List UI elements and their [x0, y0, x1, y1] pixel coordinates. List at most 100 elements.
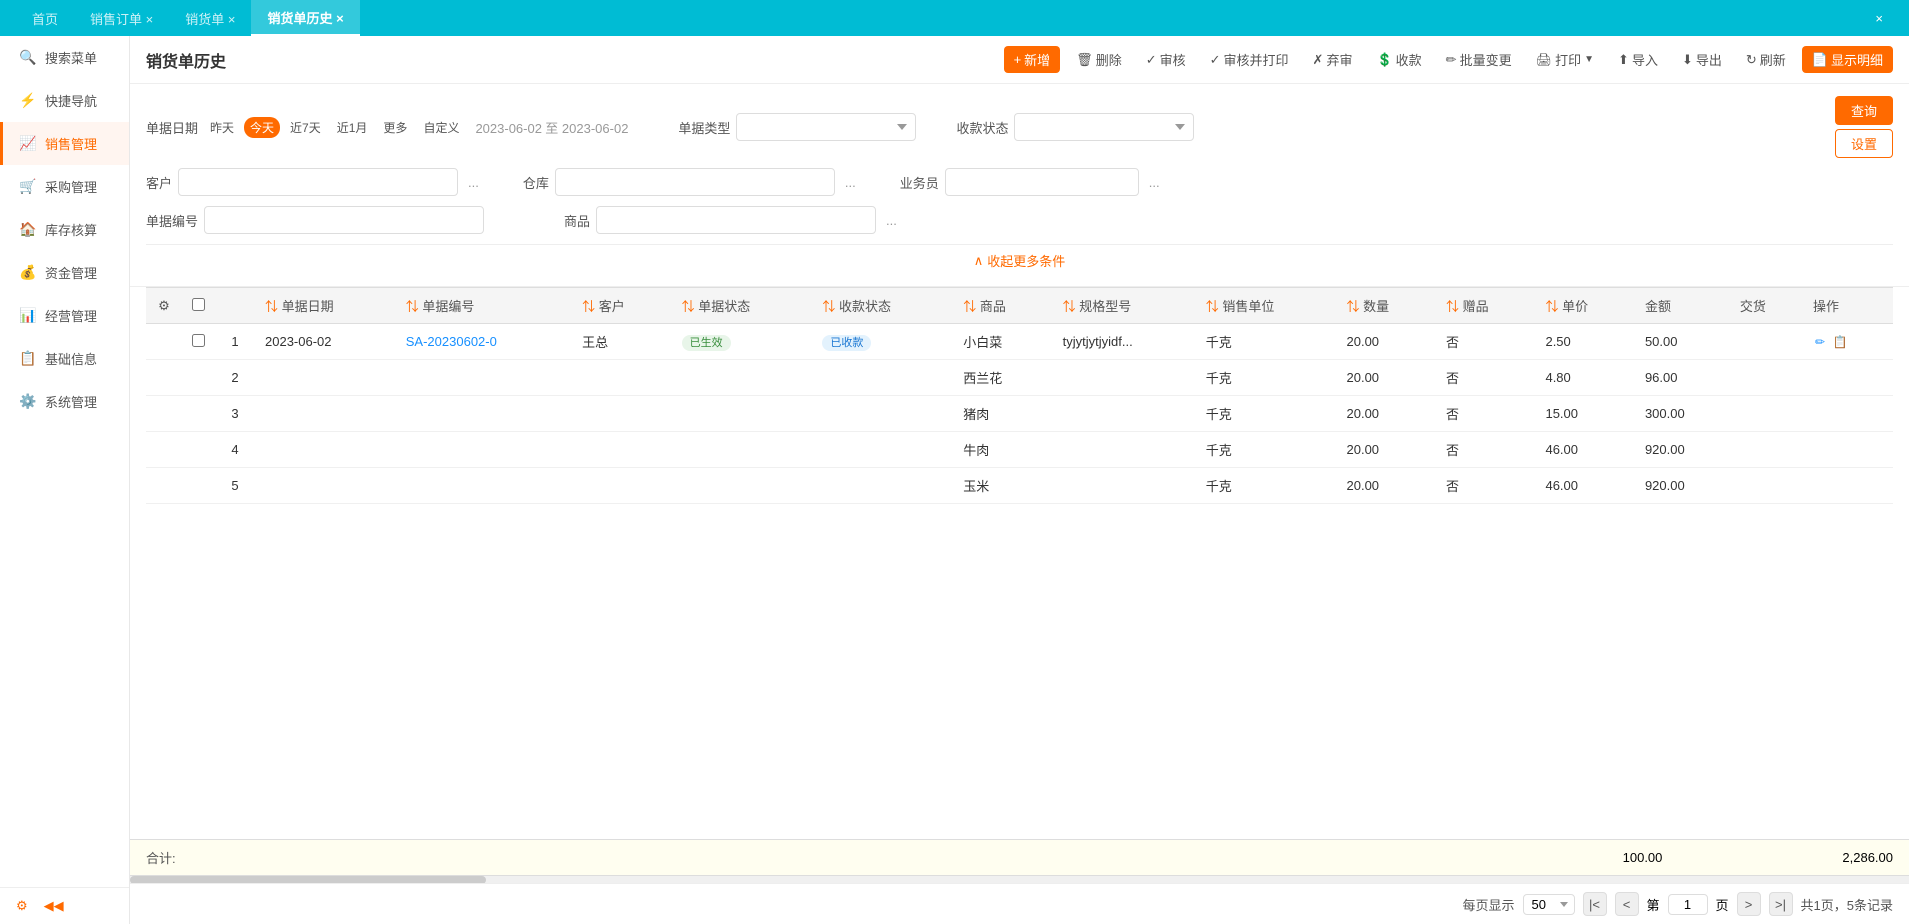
- sidebar-item-finance[interactable]: 💰 资金管理: [0, 251, 129, 294]
- spec-cell: [1053, 468, 1196, 504]
- sales-unit-cell: 千克: [1196, 468, 1337, 504]
- checkbox-cell[interactable]: [182, 432, 215, 468]
- edit-action-btn[interactable]: ✏: [1813, 335, 1827, 349]
- tab-sales-history[interactable]: 销货单历史 ×: [251, 0, 359, 36]
- finance-icon: 💰: [19, 264, 37, 282]
- warehouse-input[interactable]: [555, 168, 835, 196]
- spec-cell: tyjytjytjyidf...: [1053, 324, 1196, 360]
- shortcut-more[interactable]: 更多: [377, 117, 413, 138]
- sidebar-item-system[interactable]: ⚙️ 系统管理: [0, 380, 129, 423]
- refresh-icon: ↻: [1746, 52, 1757, 68]
- doc-status-col-header[interactable]: ⇅ 单据状态: [672, 288, 813, 324]
- qty-cell: 20.00: [1337, 360, 1436, 396]
- doc-no-cell[interactable]: SA-20230602-0: [396, 324, 572, 360]
- row-checkbox[interactable]: [192, 334, 205, 347]
- audit-button[interactable]: ✓ 审核: [1138, 46, 1194, 73]
- collect-status-select[interactable]: [1014, 113, 1194, 141]
- salesperson-dots-btn[interactable]: ...: [1145, 175, 1164, 190]
- filter-row-3: 单据编号 商品 ...: [146, 206, 1893, 234]
- doc-date-col-header[interactable]: ⇅ 单据日期: [255, 288, 396, 324]
- salesperson-input[interactable]: [945, 168, 1139, 196]
- checkbox-col-header[interactable]: [182, 288, 215, 324]
- settings-col-header[interactable]: ⚙: [146, 288, 182, 324]
- last-page-btn[interactable]: >|: [1769, 892, 1793, 916]
- abandon-button[interactable]: ✗ 弃审: [1305, 46, 1361, 73]
- tab-sales-order[interactable]: 销售订单 ×: [74, 0, 169, 36]
- audit-print-button[interactable]: ✓ 审核并打印: [1202, 46, 1297, 73]
- tab-sales-goods[interactable]: 销货单 ×: [169, 0, 251, 36]
- gift-cell: 否: [1436, 432, 1535, 468]
- collapse-button[interactable]: ∧ 收起更多条件: [146, 244, 1893, 274]
- sidebar-item-inventory[interactable]: 🏠 库存核算: [0, 208, 129, 251]
- shortcut-7days[interactable]: 近7天: [284, 117, 327, 138]
- warehouse-label: 仓库: [523, 173, 549, 192]
- checkbox-cell[interactable]: [182, 396, 215, 432]
- tab-home[interactable]: 首页: [16, 0, 74, 36]
- goods-col-header[interactable]: ⇅ 商品: [953, 288, 1052, 324]
- spec-col-header[interactable]: ⇅ 规格型号: [1053, 288, 1196, 324]
- transaction-col-header: 交货: [1730, 288, 1803, 324]
- batch-change-button[interactable]: ✏ 批量变更: [1438, 46, 1520, 73]
- customer-col-header[interactable]: ⇅ 客户: [572, 288, 671, 324]
- doc-no-link[interactable]: SA-20230602-0: [406, 334, 497, 349]
- collect-status-col-header[interactable]: ⇅ 收款状态: [812, 288, 953, 324]
- checkbox-cell[interactable]: [182, 324, 215, 360]
- sidebar-item-purchase[interactable]: 🛒 采购管理: [0, 165, 129, 208]
- prev-page-btn[interactable]: <: [1615, 892, 1639, 916]
- checkbox-cell[interactable]: [182, 360, 215, 396]
- shortcut-1month[interactable]: 近1月: [331, 117, 374, 138]
- scrollbar-area[interactable]: [130, 875, 1909, 883]
- page-number-input[interactable]: [1668, 894, 1708, 915]
- sidebar-item-basic[interactable]: 📋 基础信息: [0, 337, 129, 380]
- print-button[interactable]: 🖨 打印 ▼: [1528, 46, 1602, 73]
- doc-no-input[interactable]: [204, 206, 484, 234]
- sidebar-item-sales[interactable]: 📈 销售管理: [0, 122, 129, 165]
- show-detail-button[interactable]: 📄 显示明细: [1802, 46, 1893, 73]
- collect-icon: 💲: [1376, 52, 1392, 68]
- doc-type-select[interactable]: [736, 113, 916, 141]
- sales-unit-col-header[interactable]: ⇅ 销售单位: [1196, 288, 1337, 324]
- sidebar-collapse-icon[interactable]: ◀◀: [44, 898, 64, 914]
- next-page-btn[interactable]: >: [1737, 892, 1761, 916]
- goods-input[interactable]: [596, 206, 876, 234]
- customer-input[interactable]: [178, 168, 458, 196]
- gift-col-header[interactable]: ⇅ 赠品: [1436, 288, 1535, 324]
- export-button[interactable]: ⬇ 导出: [1674, 46, 1730, 73]
- customer-cell: 王总: [572, 324, 671, 360]
- select-all-checkbox[interactable]: [192, 298, 205, 311]
- unit-price-cell: 15.00: [1535, 396, 1634, 432]
- doc-no-col-header[interactable]: ⇅ 单据编号: [396, 288, 572, 324]
- sidebar-item-search[interactable]: 🔍 搜索菜单: [0, 36, 129, 79]
- close-all-tabs[interactable]: ×: [1865, 11, 1893, 26]
- goods-cell: 小白菜: [953, 324, 1052, 360]
- refresh-button[interactable]: ↻ 刷新: [1738, 46, 1794, 73]
- page-size-select[interactable]: 50 100 200: [1523, 894, 1575, 915]
- settings-cell: [146, 360, 182, 396]
- setup-button[interactable]: 设置: [1835, 129, 1893, 158]
- goods-dots-btn[interactable]: ...: [882, 213, 901, 228]
- warehouse-dots-btn[interactable]: ...: [841, 175, 860, 190]
- shortcut-today[interactable]: 今天: [244, 117, 280, 138]
- sidebar-item-ops[interactable]: 📊 经营管理: [0, 294, 129, 337]
- goods-label: 商品: [564, 211, 590, 230]
- shortcut-yesterday[interactable]: 昨天: [204, 117, 240, 138]
- customer-dots-btn[interactable]: ...: [464, 175, 483, 190]
- sidebar-settings-icon[interactable]: ⚙: [16, 898, 28, 914]
- delete-button[interactable]: 🗑 删除: [1068, 46, 1130, 73]
- unit-price-cell: 46.00: [1535, 468, 1634, 504]
- transaction-cell: [1730, 360, 1803, 396]
- sidebar-item-quick-nav[interactable]: ⚡ 快捷导航: [0, 79, 129, 122]
- shortcut-custom[interactable]: 自定义: [417, 117, 465, 138]
- page-label: 第: [1647, 895, 1660, 914]
- collect-button[interactable]: 💲 收款: [1368, 46, 1429, 73]
- detail-action-btn[interactable]: 📋: [1831, 335, 1850, 349]
- qty-col-header[interactable]: ⇅ 数量: [1337, 288, 1436, 324]
- import-button[interactable]: ⬆ 导入: [1610, 46, 1666, 73]
- new-button[interactable]: + 新增: [1004, 46, 1061, 73]
- table-header-row: ⚙ ⇅ 单据日期 ⇅ 单据编号 ⇅ 客户 ⇅ 单据状态 ⇅ 收款状态 ⇅ 商品 …: [146, 288, 1893, 324]
- checkbox-cell[interactable]: [182, 468, 215, 504]
- unit-price-col-header[interactable]: ⇅ 单价: [1535, 288, 1634, 324]
- query-button[interactable]: 查询: [1835, 96, 1893, 125]
- quick-nav-icon: ⚡: [19, 92, 37, 110]
- first-page-btn[interactable]: |<: [1583, 892, 1607, 916]
